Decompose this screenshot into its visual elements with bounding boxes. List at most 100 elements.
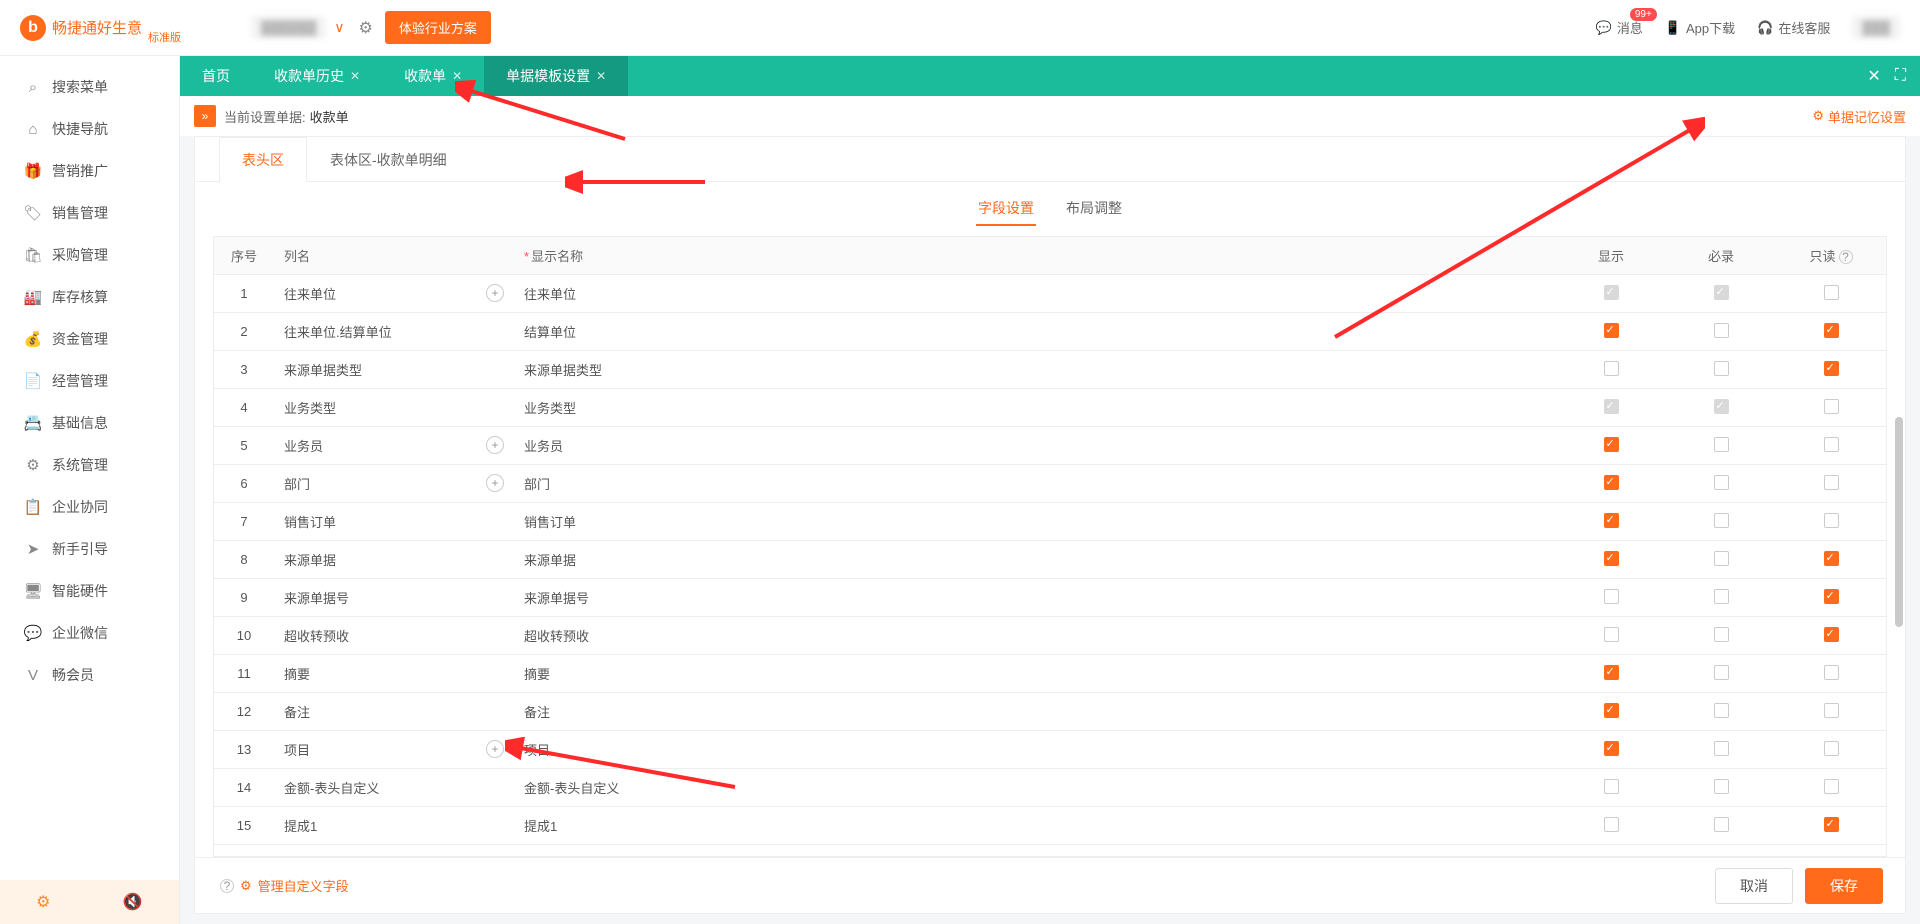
tab-首页[interactable]: 首页 (180, 56, 252, 96)
panel-tab-表体区-收款单明细[interactable]: 表体区-收款单明细 (307, 137, 470, 182)
checkbox[interactable] (1714, 323, 1729, 338)
checkbox[interactable] (1604, 475, 1619, 490)
message-link[interactable]: 💬消息99+ (1596, 18, 1643, 37)
display-name-cell[interactable]: 部门 (514, 465, 1556, 503)
gear-icon[interactable]: ⚙ (359, 18, 373, 38)
checkbox[interactable] (1824, 703, 1839, 718)
checkbox[interactable] (1604, 665, 1619, 680)
checkbox[interactable] (1714, 665, 1729, 680)
checkbox[interactable] (1824, 361, 1839, 376)
checkbox[interactable] (1714, 741, 1729, 756)
sub-tab-字段设置[interactable]: 字段设置 (976, 192, 1036, 226)
add-icon[interactable]: + (486, 474, 504, 492)
checkbox[interactable] (1714, 817, 1729, 832)
checkbox[interactable] (1714, 513, 1729, 528)
checkbox[interactable] (1604, 779, 1619, 794)
help-icon[interactable]: ? (220, 879, 234, 893)
display-name-cell[interactable]: 备注 (514, 693, 1556, 731)
sidebar-item-快捷导航[interactable]: ⌂快捷导航 (0, 108, 179, 150)
display-name-cell[interactable]: 摘要 (514, 655, 1556, 693)
sidebar-item-基础信息[interactable]: 📇基础信息 (0, 402, 179, 444)
sidebar-item-畅会员[interactable]: V畅会员 (0, 654, 179, 696)
close-icon[interactable]: ✕ (1867, 66, 1880, 86)
experience-button[interactable]: 体验行业方案 (385, 11, 491, 44)
cancel-button[interactable]: 取消 (1715, 868, 1793, 904)
sidebar-item-智能硬件[interactable]: 🖥智能硬件 (0, 570, 179, 612)
checkbox[interactable] (1604, 361, 1619, 376)
display-name-cell[interactable]: 往来单位 (514, 275, 1556, 313)
tab-收款单历史[interactable]: 收款单历史✕ (252, 56, 382, 96)
checkbox[interactable] (1824, 589, 1839, 604)
checkbox[interactable] (1714, 779, 1729, 794)
checkbox[interactable] (1714, 589, 1729, 604)
add-icon[interactable]: + (486, 436, 504, 454)
sidebar-item-经营管理[interactable]: 📄经营管理 (0, 360, 179, 402)
checkbox[interactable] (1604, 513, 1619, 528)
add-icon[interactable]: + (486, 740, 504, 758)
fullscreen-icon[interactable]: ⛶ (1895, 67, 1906, 85)
checkbox[interactable] (1824, 513, 1839, 528)
sub-tab-布局调整[interactable]: 布局调整 (1064, 192, 1124, 226)
display-name-cell[interactable]: 提成1 (514, 807, 1556, 845)
headset-link[interactable]: 🎧在线客服 (1757, 18, 1830, 37)
display-name-cell[interactable]: 结算单位 (514, 313, 1556, 351)
checkbox[interactable] (1714, 627, 1729, 642)
tab-单据模板设置[interactable]: 单据模板设置✕ (484, 56, 628, 96)
company-selector[interactable]: ██████ ∨ (251, 16, 345, 39)
checkbox[interactable] (1824, 399, 1839, 414)
checkbox[interactable] (1604, 551, 1619, 566)
checkbox[interactable] (1824, 741, 1839, 756)
checkbox[interactable] (1824, 475, 1839, 490)
checkbox[interactable] (1824, 665, 1839, 680)
tab-收款单[interactable]: 收款单✕ (382, 56, 484, 96)
display-name-cell[interactable]: 业务类型 (514, 389, 1556, 427)
checkbox[interactable] (1604, 817, 1619, 832)
checkbox[interactable] (1604, 323, 1619, 338)
panel-tab-表头区[interactable]: 表头区 (219, 137, 307, 182)
save-button[interactable]: 保存 (1805, 868, 1883, 904)
sidebar-item-销售管理[interactable]: 🏷销售管理 (0, 192, 179, 234)
display-name-cell[interactable]: 销售订单 (514, 503, 1556, 541)
sidebar-item-系统管理[interactable]: ⚙系统管理 (0, 444, 179, 486)
checkbox[interactable] (1824, 323, 1839, 338)
display-name-cell[interactable]: 项目 (514, 731, 1556, 769)
memory-settings-link[interactable]: ⚙ 单据记忆设置 (1812, 107, 1906, 126)
checkbox[interactable] (1604, 437, 1619, 452)
close-icon[interactable]: ✕ (350, 69, 360, 83)
settings-icon[interactable]: ⚙ (36, 892, 50, 912)
download-link[interactable]: 📱App下载 (1665, 18, 1735, 37)
checkbox[interactable] (1714, 551, 1729, 566)
checkbox[interactable] (1714, 475, 1729, 490)
sidebar-item-库存核算[interactable]: 🏭库存核算 (0, 276, 179, 318)
checkbox[interactable] (1824, 285, 1839, 300)
checkbox[interactable] (1824, 627, 1839, 642)
sidebar-item-营销推广[interactable]: 🎁营销推广 (0, 150, 179, 192)
checkbox[interactable] (1824, 551, 1839, 566)
add-icon[interactable]: + (486, 284, 504, 302)
collapse-toggle-icon[interactable]: » (194, 105, 216, 127)
sidebar-item-搜索菜单[interactable]: ⌕搜索菜单 (0, 66, 179, 108)
checkbox[interactable] (1824, 779, 1839, 794)
help-icon[interactable]: ? (1839, 250, 1853, 264)
sound-icon[interactable]: 🔇 (123, 892, 143, 912)
close-icon[interactable]: ✕ (452, 69, 462, 83)
sidebar-item-新手引导[interactable]: ➤新手引导 (0, 528, 179, 570)
display-name-cell[interactable]: 金额-表头自定义 (514, 769, 1556, 807)
display-name-cell[interactable]: 来源单据类型 (514, 351, 1556, 389)
scrollbar-thumb[interactable] (1895, 417, 1903, 627)
sidebar-item-企业协同[interactable]: 📋企业协同 (0, 486, 179, 528)
sidebar-item-资金管理[interactable]: 💰资金管理 (0, 318, 179, 360)
sidebar-item-采购管理[interactable]: 🛍采购管理 (0, 234, 179, 276)
checkbox[interactable] (1604, 627, 1619, 642)
checkbox[interactable] (1824, 817, 1839, 832)
display-name-cell[interactable]: 来源单据 (514, 541, 1556, 579)
display-name-cell[interactable]: 业务员 (514, 427, 1556, 465)
checkbox[interactable] (1714, 437, 1729, 452)
close-icon[interactable]: ✕ (596, 69, 606, 83)
checkbox[interactable] (1714, 703, 1729, 718)
display-name-cell[interactable]: 超收转预收 (514, 617, 1556, 655)
display-name-cell[interactable]: 来源单据号 (514, 579, 1556, 617)
manage-custom-fields-link[interactable]: 管理自定义字段 (258, 876, 349, 895)
checkbox[interactable] (1604, 589, 1619, 604)
checkbox[interactable] (1604, 741, 1619, 756)
